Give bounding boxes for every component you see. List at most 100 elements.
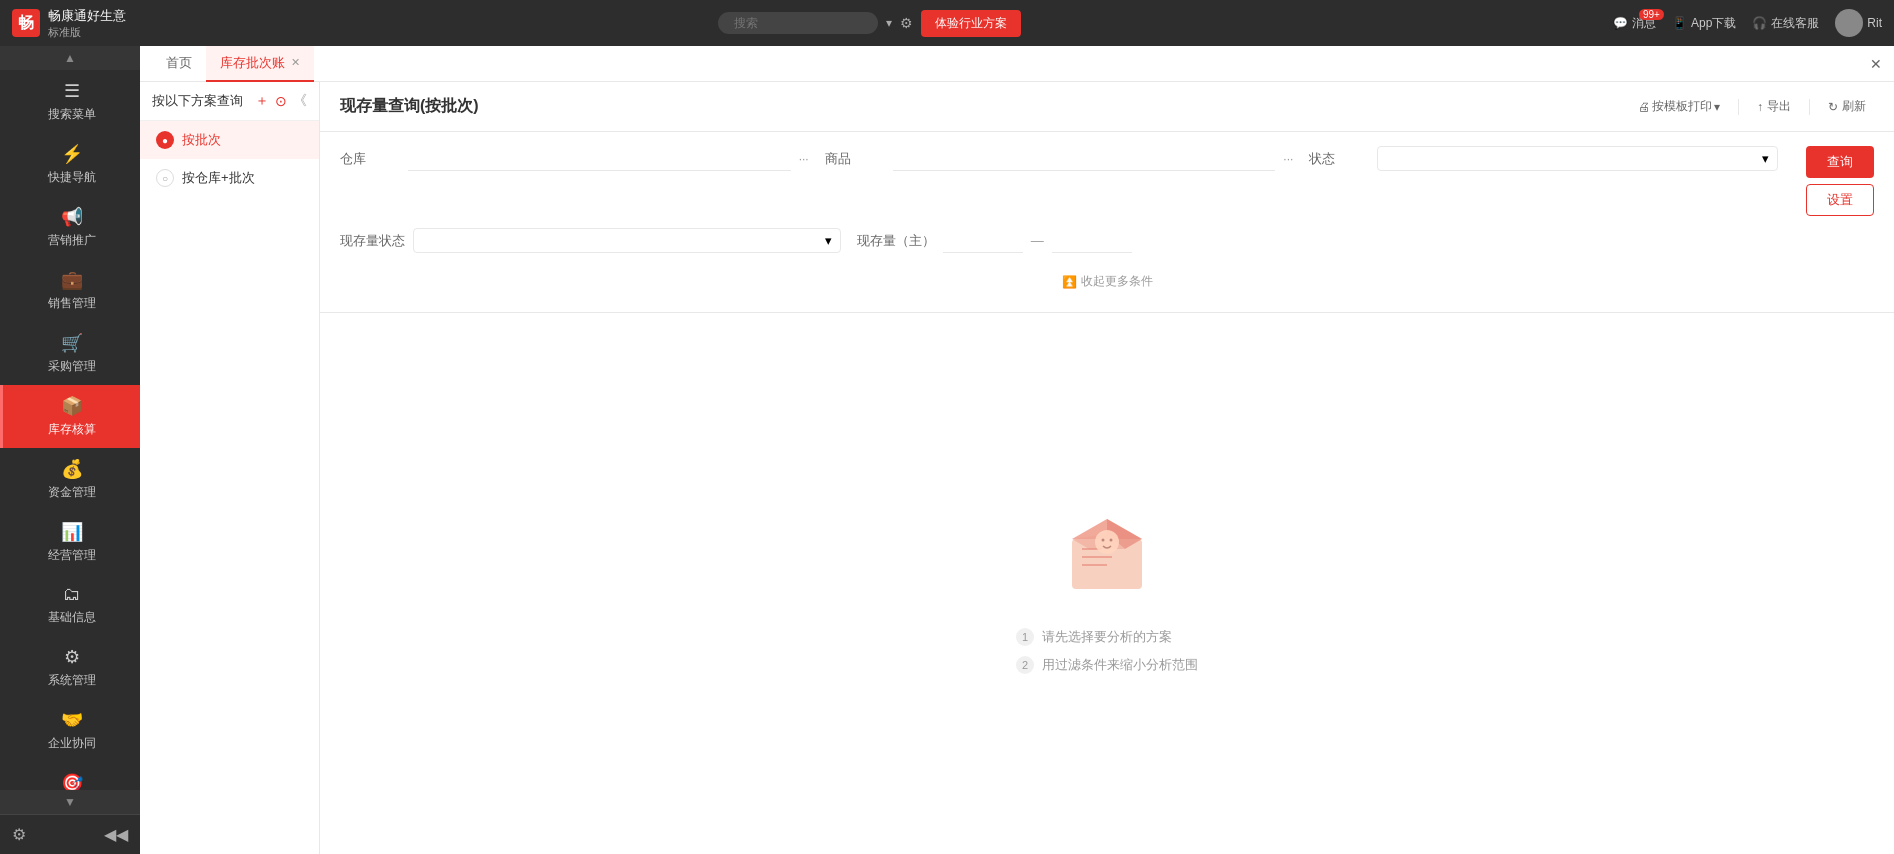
app-download-label: App下载 [1691, 15, 1736, 32]
sidebar-item-purchase[interactable]: 🛒 采购管理 [0, 322, 140, 385]
sidebar-label-purchase: 采购管理 [48, 358, 96, 375]
sidebar-label-operations: 经营管理 [48, 547, 96, 564]
export-button[interactable]: ↑ 导出 [1749, 94, 1799, 119]
sidebar-label-finance: 资金管理 [48, 484, 96, 501]
warehouse-label: 仓库 [340, 150, 400, 168]
user-profile[interactable]: Rit [1835, 9, 1882, 37]
stock-qty-min[interactable] [943, 229, 1023, 253]
sidebar-item-quick-nav[interactable]: ⚡ 快捷导航 [0, 133, 140, 196]
stock-qty-max[interactable] [1052, 229, 1132, 253]
sidebar-item-search-menu[interactable]: ☰ 搜索菜单 [0, 70, 140, 133]
collapse-label: 收起更多条件 [1081, 273, 1153, 290]
sidebar: ▲ ☰ 搜索菜单 ⚡ 快捷导航 📢 营销推广 💼 销售管理 🛒 采购管理 [0, 46, 140, 854]
sidebar-item-marketing[interactable]: 📢 营销推广 [0, 196, 140, 259]
scheme-by-batch[interactable]: ● 按批次 [140, 121, 319, 159]
collapse-sidebar-icon[interactable]: ◀◀ [104, 825, 128, 844]
online-support-item[interactable]: 🎧 在线客服 [1752, 15, 1819, 32]
page-content: 按以下方案查询 ＋ ⊙ 《 ● 按批次 ○ 按仓库+批次 [140, 82, 1894, 854]
sidebar-label-marketing: 营销推广 [48, 232, 96, 249]
sidebar-item-sales[interactable]: 💼 销售管理 [0, 259, 140, 322]
sidebar-item-system[interactable]: ⚙ 系统管理 [0, 636, 140, 699]
stock-status-select[interactable]: ▾ [413, 228, 841, 253]
sidebar-label-search-menu: 搜索菜单 [48, 106, 96, 123]
gear-icon[interactable]: ⚙ [900, 15, 913, 31]
finance-icon: 💰 [61, 458, 83, 480]
sidebar-label-quick-nav: 快捷导航 [48, 169, 96, 186]
right-buttons: 查询 设置 [1806, 146, 1874, 216]
right-panel: 现存量查询(按批次) 🖨 按模板打印 ▾ ↑ 导出 [320, 82, 1894, 854]
settings-icon[interactable]: ⚙ [12, 825, 26, 844]
tab-inventory-batch[interactable]: 库存批次账 ✕ [206, 46, 314, 82]
tab-close-icon[interactable]: ✕ [291, 56, 300, 69]
top-bar-left: 畅 畅康通好生意 标准版 [12, 7, 126, 40]
filter-warehouse: 仓库 ··· [340, 146, 809, 171]
marketing-icon: 📢 [61, 206, 83, 228]
collapse-up-icon: ⏫ [1062, 275, 1077, 289]
sidebar-item-guide[interactable]: 🎯 新手引导 [0, 762, 140, 790]
page-actions: 🖨 按模板打印 ▾ ↑ 导出 ↻ 刷新 [1630, 94, 1874, 119]
filter-status: 状态 ▾ [1309, 146, 1778, 171]
app-download-item[interactable]: 📱 App下载 [1672, 15, 1736, 32]
product-more-icon[interactable]: ··· [1283, 152, 1293, 166]
export-icon: ↑ [1757, 100, 1763, 114]
empty-step-1: 1 请先选择要分析的方案 [1016, 628, 1198, 646]
search-input[interactable] [718, 12, 878, 34]
sidebar-item-enterprise[interactable]: 🤝 企业协同 [0, 699, 140, 762]
basic-info-icon: 🗂 [63, 584, 81, 605]
user-name: Rit [1867, 16, 1882, 30]
scheme-by-warehouse-batch[interactable]: ○ 按仓库+批次 [140, 159, 319, 197]
add-scheme-icon[interactable]: ＋ [255, 92, 269, 110]
page-header: 现存量查询(按批次) 🖨 按模板打印 ▾ ↑ 导出 [320, 82, 1894, 132]
scheme-dot-inactive: ○ [156, 169, 174, 187]
refresh-button[interactable]: ↻ 刷新 [1820, 94, 1874, 119]
enterprise-icon: 🤝 [61, 709, 83, 731]
tab-inventory-batch-label: 库存批次账 [220, 54, 285, 72]
divider-2 [1809, 99, 1810, 115]
empty-state: 1 请先选择要分析的方案 2 用过滤条件来缩小分析范围 [320, 313, 1894, 854]
collapse-panel-icon[interactable]: 《 [293, 92, 307, 110]
empty-steps: 1 请先选择要分析的方案 2 用过滤条件来缩小分析范围 [1016, 628, 1198, 684]
sidebar-scroll-down[interactable]: ▼ [0, 790, 140, 814]
sidebar-label-system: 系统管理 [48, 672, 96, 689]
sidebar-item-inventory[interactable]: 📦 库存核算 [0, 385, 140, 448]
print-label: 按模板打印 [1652, 98, 1712, 115]
sidebar-item-finance[interactable]: 💰 资金管理 [0, 448, 140, 511]
tab-home[interactable]: 首页 [152, 46, 206, 82]
close-all-tabs-button[interactable]: ✕ [1870, 56, 1882, 72]
online-support-label: 在线客服 [1771, 15, 1819, 32]
step-1-num: 1 [1016, 628, 1034, 646]
warehouse-input[interactable] [408, 147, 791, 171]
warehouse-more-icon[interactable]: ··· [799, 152, 809, 166]
filter-row-2: 现存量状态 ▾ 现存量（主） — [340, 228, 1874, 253]
app-info: 畅康通好生意 标准版 [48, 7, 126, 40]
sales-icon: 💼 [61, 269, 83, 291]
purchase-icon: 🛒 [61, 332, 83, 354]
trial-button[interactable]: 体验行业方案 [921, 10, 1021, 37]
scheme-settings-icon[interactable]: ⊙ [275, 93, 287, 109]
top-bar-right: 💬 消息 99+ 📱 App下载 🎧 在线客服 Rit [1613, 9, 1882, 37]
operations-icon: 📊 [61, 521, 83, 543]
stock-status-dropdown-icon: ▾ [825, 233, 832, 248]
quick-nav-icon: ⚡ [61, 143, 83, 165]
filter-stock-qty: 现存量（主） — [857, 229, 1358, 253]
status-label: 状态 [1309, 150, 1369, 168]
messages-item[interactable]: 💬 消息 99+ [1613, 15, 1656, 32]
sidebar-bottom: ⚙ ◀◀ [0, 814, 140, 854]
dropdown-icon[interactable]: ▾ [886, 16, 892, 30]
collapse-bar[interactable]: ⏫ 收起更多条件 [340, 265, 1874, 298]
left-panel: 按以下方案查询 ＋ ⊙ 《 ● 按批次 ○ 按仓库+批次 [140, 82, 320, 854]
left-panel-header: 按以下方案查询 ＋ ⊙ 《 [140, 82, 319, 121]
query-button[interactable]: 查询 [1806, 146, 1874, 178]
product-input[interactable] [893, 147, 1276, 171]
sidebar-item-basic-info[interactable]: 🗂 基础信息 [0, 574, 140, 636]
filter-settings-button[interactable]: 设置 [1806, 184, 1874, 216]
sidebar-item-operations[interactable]: 📊 经营管理 [0, 511, 140, 574]
status-select[interactable]: ▾ [1377, 146, 1778, 171]
product-label: 商品 [825, 150, 885, 168]
empty-step-2: 2 用过滤条件来缩小分析范围 [1016, 656, 1198, 674]
print-button[interactable]: 🖨 按模板打印 ▾ [1630, 94, 1728, 119]
guide-icon: 🎯 [61, 772, 83, 790]
search-menu-icon: ☰ [64, 80, 80, 102]
sidebar-scroll-up[interactable]: ▲ [0, 46, 140, 70]
printer-icon: 🖨 [1638, 100, 1650, 114]
